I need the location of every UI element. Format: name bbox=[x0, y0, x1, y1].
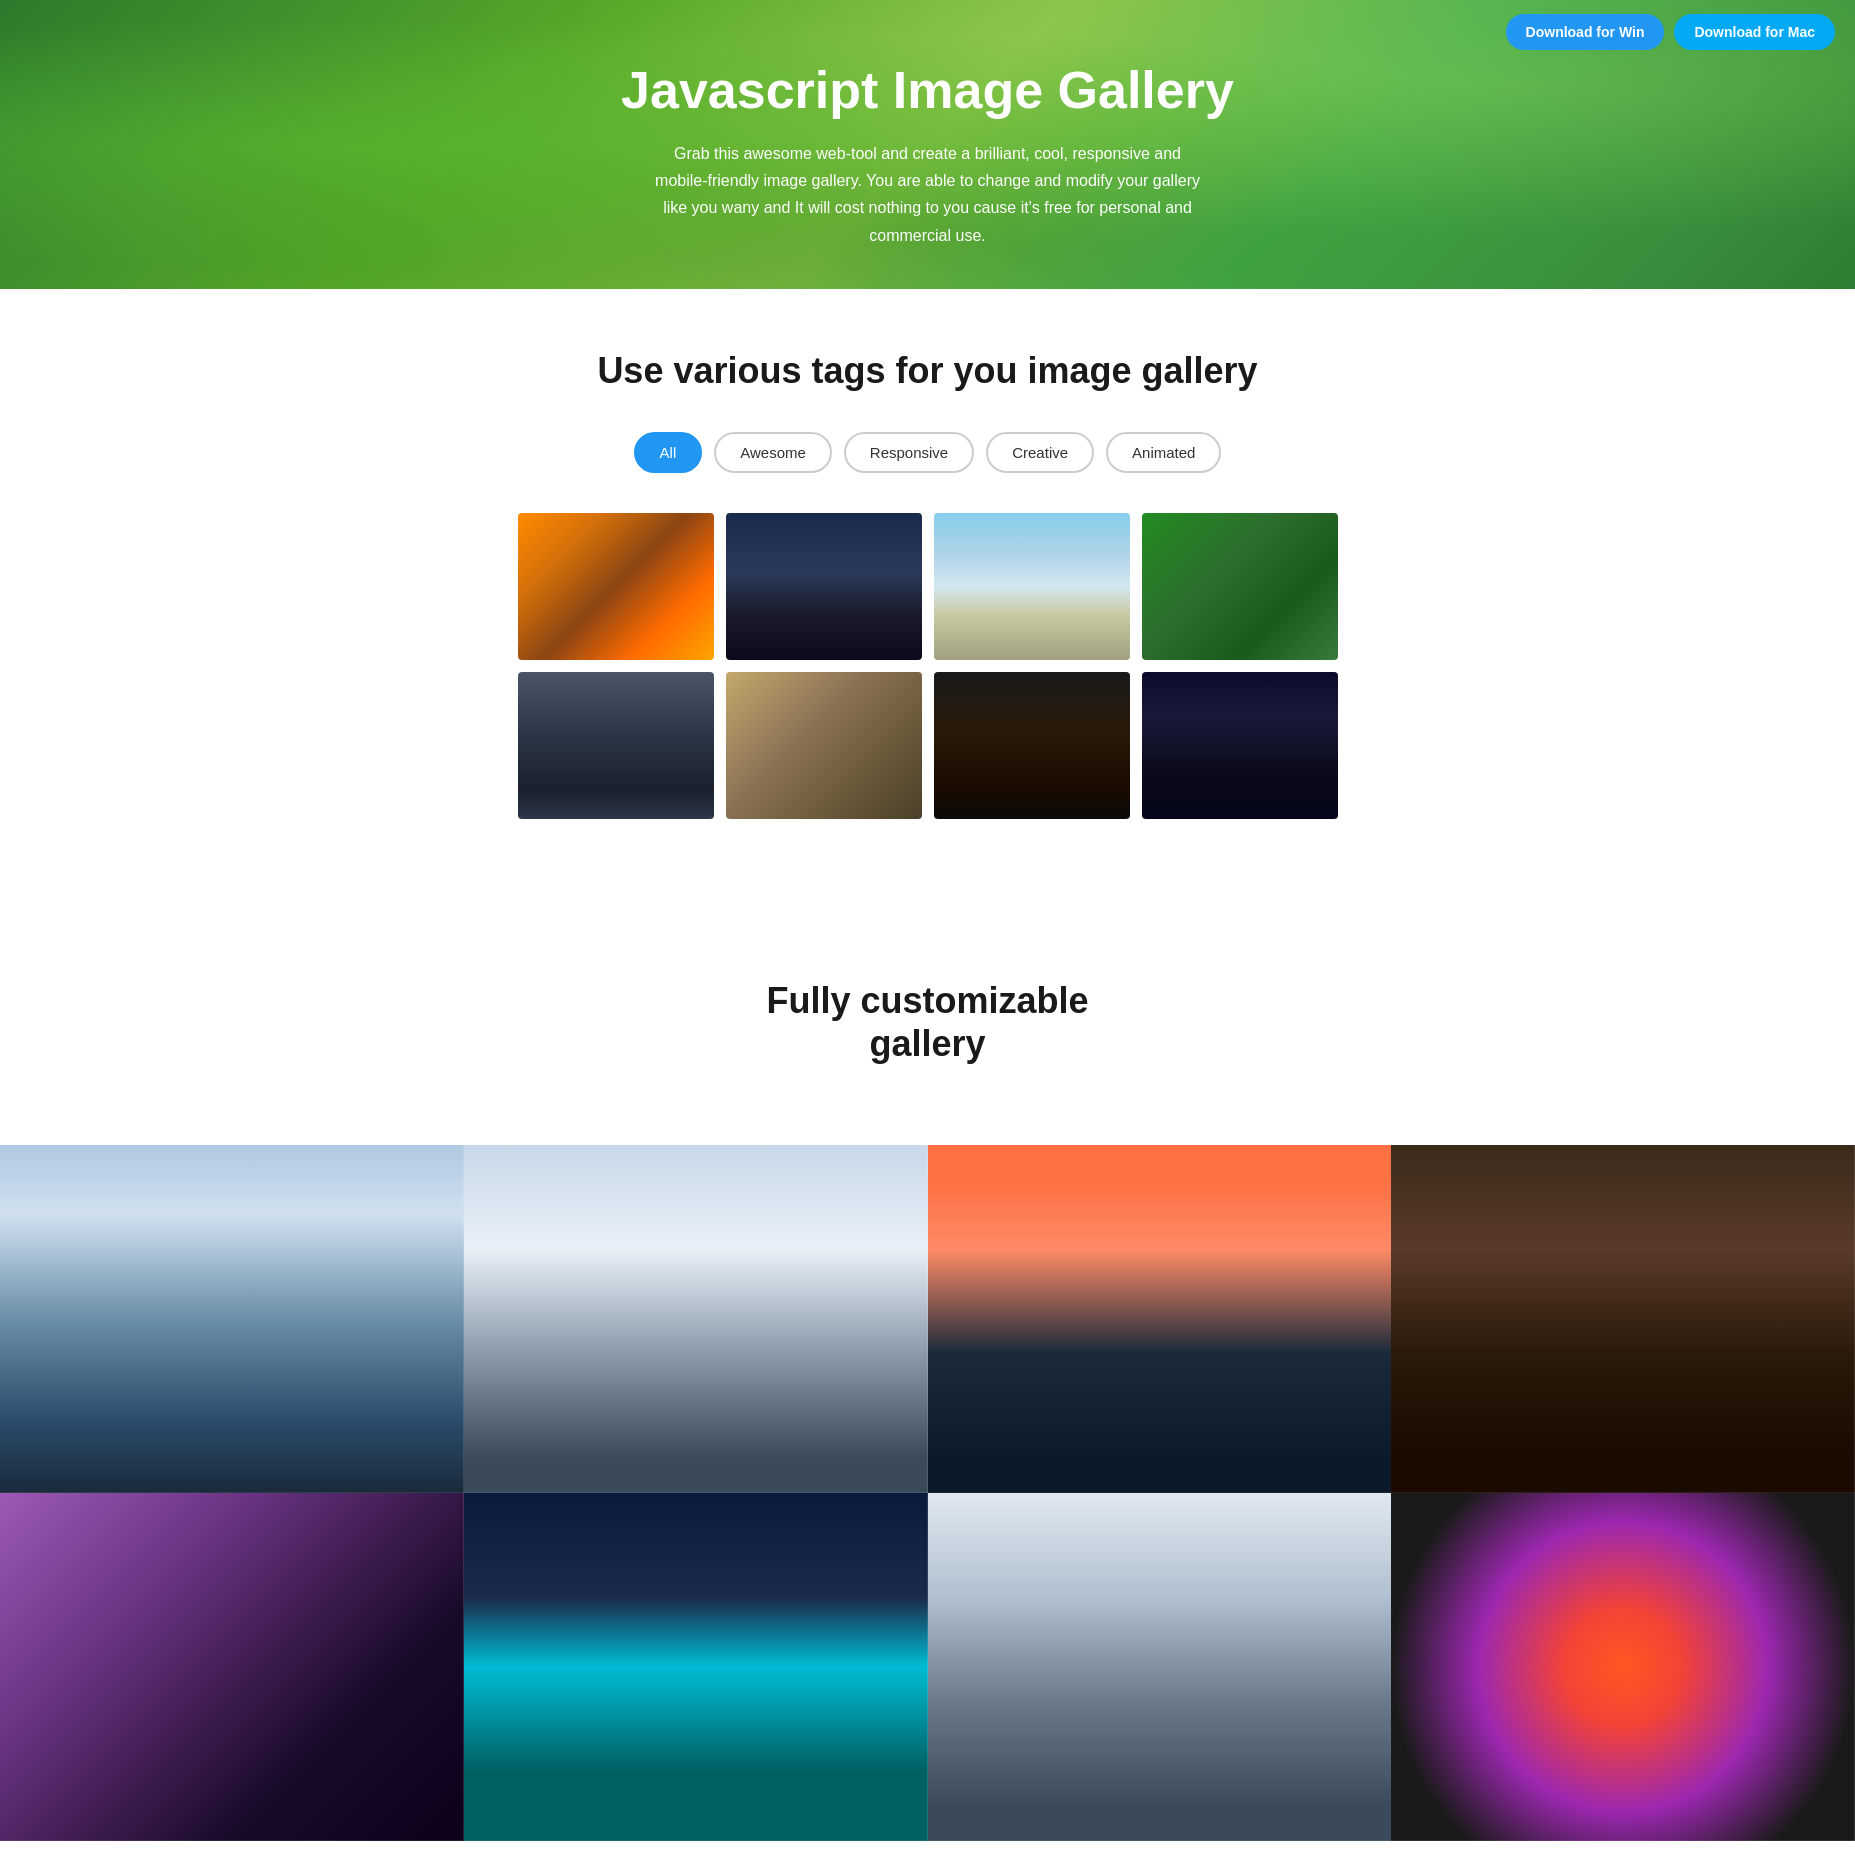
download-win-button[interactable]: Download for Win bbox=[1506, 14, 1665, 50]
download-mac-button[interactable]: Download for Mac bbox=[1674, 14, 1835, 50]
bottom-image-6[interactable] bbox=[464, 1493, 928, 1841]
page-title: Javascript Image Gallery bbox=[621, 60, 1234, 120]
filter-all-button[interactable]: All bbox=[634, 432, 703, 473]
filter-awesome-button[interactable]: Awesome bbox=[714, 432, 832, 473]
customizable-section-title: Fully customizablegallery bbox=[20, 979, 1835, 1065]
bottom-image-4[interactable] bbox=[1391, 1145, 1855, 1493]
gallery-image-7[interactable] bbox=[934, 672, 1130, 819]
gallery-image-8[interactable] bbox=[1142, 672, 1338, 819]
filter-buttons-group: All Awesome Responsive Creative Animated bbox=[20, 432, 1835, 473]
bottom-image-3[interactable] bbox=[928, 1145, 1392, 1493]
filter-responsive-button[interactable]: Responsive bbox=[844, 432, 974, 473]
bottom-image-7[interactable] bbox=[928, 1493, 1392, 1841]
header-description: Grab this awesome web-tool and create a … bbox=[653, 140, 1203, 249]
gallery-image-1[interactable] bbox=[518, 513, 714, 660]
header-buttons: Download for Win Download for Mac bbox=[1506, 14, 1835, 50]
gallery-image-6[interactable] bbox=[726, 672, 922, 819]
bottom-image-2[interactable] bbox=[464, 1145, 928, 1493]
bottom-image-1[interactable] bbox=[0, 1145, 464, 1493]
image-grid bbox=[498, 513, 1358, 819]
bottom-gallery bbox=[0, 1145, 1855, 1841]
bottom-image-5[interactable] bbox=[0, 1493, 464, 1841]
filter-animated-button[interactable]: Animated bbox=[1106, 432, 1221, 473]
bottom-image-8[interactable] bbox=[1391, 1493, 1855, 1841]
page-header: Download for Win Download for Mac Javasc… bbox=[0, 0, 1855, 289]
filter-creative-button[interactable]: Creative bbox=[986, 432, 1094, 473]
gallery-image-5[interactable] bbox=[518, 672, 714, 819]
customizable-section: Fully customizablegallery bbox=[0, 919, 1855, 1145]
gallery-image-2[interactable] bbox=[726, 513, 922, 660]
tags-section-title: Use various tags for you image gallery bbox=[20, 349, 1835, 392]
gallery-image-3[interactable] bbox=[934, 513, 1130, 660]
gallery-image-4[interactable] bbox=[1142, 513, 1338, 660]
tags-section: Use various tags for you image gallery A… bbox=[0, 289, 1855, 919]
